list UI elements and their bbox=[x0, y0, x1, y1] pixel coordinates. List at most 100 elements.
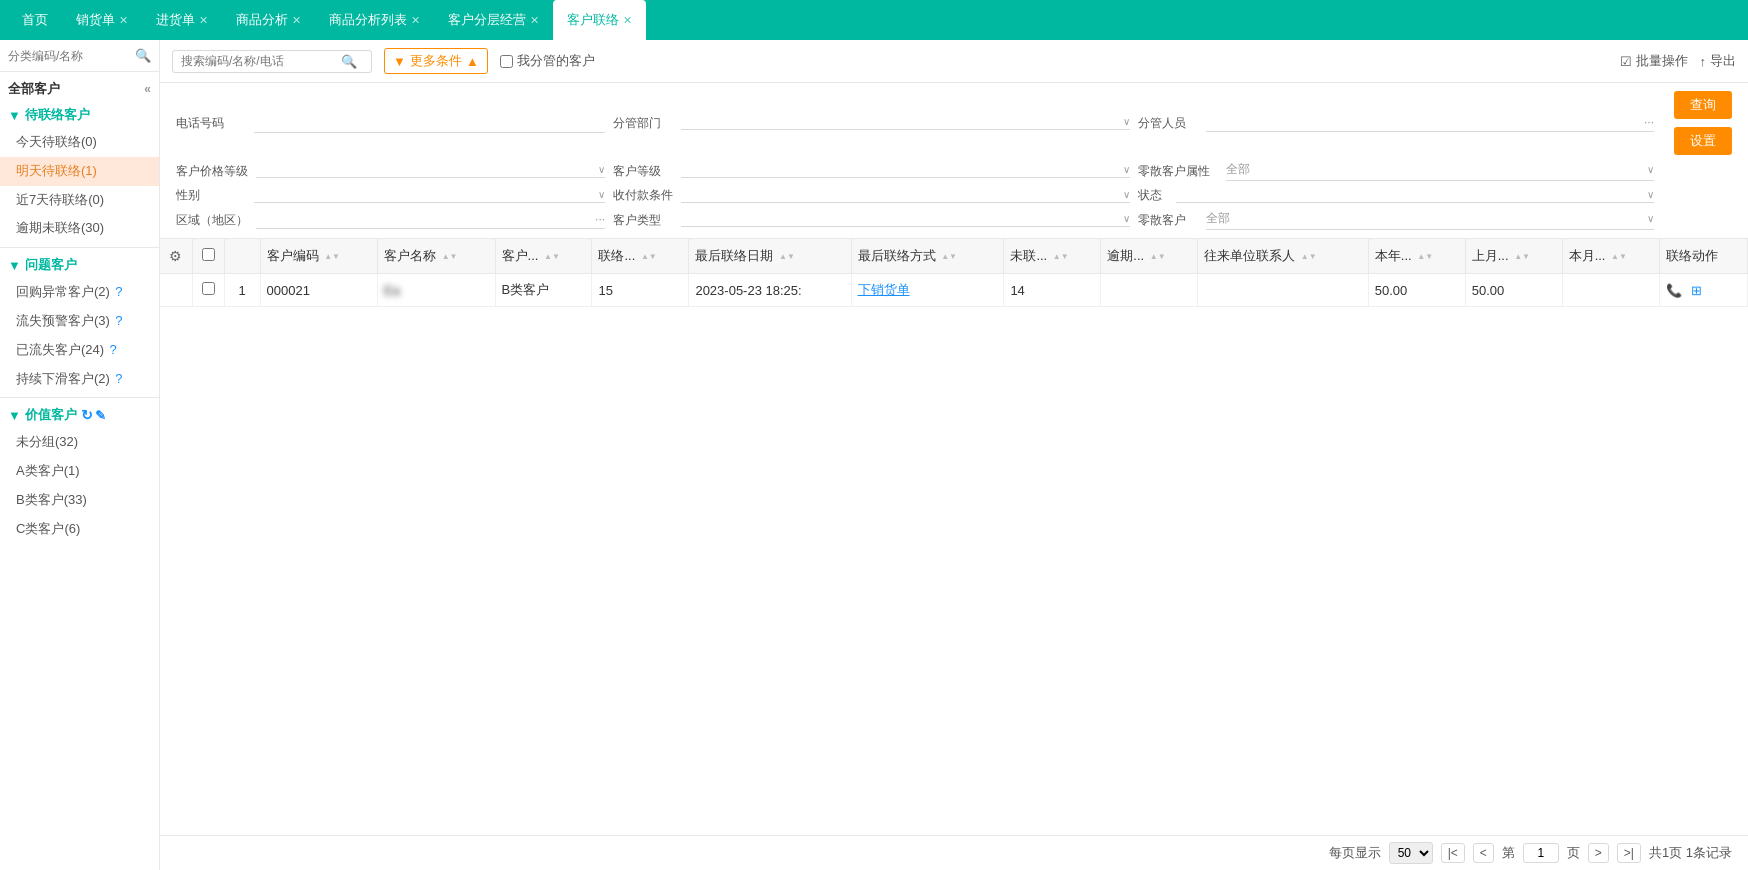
col-last-month[interactable]: 上月... ▲▼ bbox=[1465, 239, 1562, 274]
filter-person-more-icon[interactable]: ··· bbox=[1644, 115, 1654, 129]
col-not-contacted[interactable]: 未联... ▲▼ bbox=[1004, 239, 1101, 274]
nav-customer-contact[interactable]: 客户联络 ✕ bbox=[553, 0, 646, 40]
filter-payment-select[interactable]: ∨ bbox=[681, 189, 1129, 203]
nav-purchase-close[interactable]: ✕ bbox=[199, 14, 208, 27]
nav-product-analysis[interactable]: 商品分析 ✕ bbox=[222, 0, 315, 40]
nav-product-analysis-list-close[interactable]: ✕ bbox=[411, 14, 420, 27]
value-edit-icon[interactable]: ✎ bbox=[95, 408, 106, 423]
footer-page-label: 第 bbox=[1502, 844, 1515, 862]
nav-customer-segment[interactable]: 客户分层经营 ✕ bbox=[434, 0, 553, 40]
row-check-cell[interactable] bbox=[192, 274, 224, 307]
sidebar-item-tomorrow[interactable]: 明天待联络(1) bbox=[0, 157, 159, 186]
col-overdue-label: 逾期... bbox=[1107, 248, 1144, 263]
row-name-cell[interactable]: Ea bbox=[378, 274, 496, 307]
row-last-month: 50.00 bbox=[1472, 283, 1505, 298]
col-settings[interactable]: ⚙ bbox=[160, 239, 192, 274]
batch-op-checkbox-icon: ☑ bbox=[1620, 54, 1632, 69]
filter-customer-level-select[interactable]: ∨ bbox=[681, 164, 1129, 178]
page-next-button[interactable]: > bbox=[1588, 843, 1609, 863]
sidebar-collapse-icon[interactable]: « bbox=[144, 82, 151, 96]
row-checkbox[interactable] bbox=[202, 282, 215, 295]
nav-purchase[interactable]: 进货单 ✕ bbox=[142, 0, 222, 40]
filter-price-level-select[interactable]: ∨ bbox=[256, 164, 605, 178]
filter-status-select[interactable]: ∨ bbox=[1176, 189, 1654, 203]
sidebar-item-c-class[interactable]: C类客户(6) bbox=[0, 515, 159, 544]
row-last-contact-method[interactable]: 下销货单 bbox=[858, 282, 910, 297]
more-filter-button[interactable]: ▼ 更多条件 ▲ bbox=[384, 48, 488, 74]
nav-sales-label: 销货单 bbox=[76, 11, 115, 29]
value-refresh-icon[interactable]: ↻ bbox=[81, 407, 93, 423]
sidebar-item-week[interactable]: 近7天待联络(0) bbox=[0, 186, 159, 215]
col-overdue[interactable]: 逾期... ▲▼ bbox=[1101, 239, 1198, 274]
sidebar-item-continuous[interactable]: 持续下滑客户(2) ? bbox=[0, 365, 159, 394]
filter-person-select[interactable]: ··· bbox=[1206, 115, 1654, 132]
col-contact-person[interactable]: 往来单位联系人 ▲▼ bbox=[1198, 239, 1369, 274]
action-more-icon[interactable]: ⊞ bbox=[1691, 283, 1702, 298]
sidebar-item-churned[interactable]: 已流失客户(24) ? bbox=[0, 336, 159, 365]
sidebar-item-overdue[interactable]: 逾期未联络(30) bbox=[0, 214, 159, 243]
sidebar-all-customers-label[interactable]: 全部客户 bbox=[8, 80, 60, 98]
nav-customer-contact-close[interactable]: ✕ bbox=[623, 14, 632, 27]
filter-retail-attr-select[interactable]: 全部 ∨ bbox=[1226, 161, 1654, 181]
set-button[interactable]: 设置 bbox=[1674, 127, 1732, 155]
col-contact[interactable]: 联络... ▲▼ bbox=[592, 239, 689, 274]
query-btns: 查询 设置 bbox=[1662, 91, 1732, 155]
filter-area-select[interactable]: ··· bbox=[256, 212, 605, 229]
col-name[interactable]: 客户名称 ▲▼ bbox=[378, 239, 496, 274]
page-number-input[interactable] bbox=[1523, 843, 1559, 863]
sidebar-pending-group[interactable]: ▼ 待联络客户 bbox=[0, 102, 159, 128]
sidebar-item-today[interactable]: 今天待联络(0) bbox=[0, 128, 159, 157]
sidebar-search-input[interactable] bbox=[8, 49, 135, 63]
sidebar-item-repurchase[interactable]: 回购异常客户(2) ? bbox=[0, 278, 159, 307]
row-code-cell[interactable]: 000021 bbox=[260, 274, 378, 307]
my-customer-check-wrap[interactable]: 我分管的客户 bbox=[500, 52, 595, 70]
col-this-year[interactable]: 本年... ▲▼ bbox=[1368, 239, 1465, 274]
per-page-select[interactable]: 50 bbox=[1389, 842, 1433, 864]
search-input[interactable] bbox=[181, 54, 341, 68]
search-submit-icon[interactable]: 🔍 bbox=[341, 54, 357, 69]
export-button[interactable]: ↑ 导出 bbox=[1700, 52, 1737, 70]
filter-area-more-icon[interactable]: ··· bbox=[595, 212, 605, 226]
sidebar-value-group[interactable]: ▼ 价值客户 ↻ ✎ bbox=[0, 402, 159, 428]
filter-customer-type-select[interactable]: ∨ bbox=[681, 213, 1129, 227]
sidebar-pending-arrow: ▼ bbox=[8, 108, 21, 123]
row-code: 000021 bbox=[267, 283, 310, 298]
nav-sales[interactable]: 销货单 ✕ bbox=[62, 0, 142, 40]
col-code[interactable]: 客户编码 ▲▼ bbox=[260, 239, 378, 274]
sidebar-item-b-class[interactable]: B类客户(33) bbox=[0, 486, 159, 515]
select-all-checkbox[interactable] bbox=[202, 248, 215, 261]
page-first-button[interactable]: |< bbox=[1441, 843, 1465, 863]
filter-phone-input[interactable] bbox=[254, 114, 605, 133]
action-phone-icon[interactable]: 📞 bbox=[1666, 283, 1682, 298]
filter-retail-customer-select[interactable]: 全部 ∨ bbox=[1206, 210, 1654, 230]
filter-dept-select[interactable]: ∨ bbox=[681, 116, 1129, 130]
filter-gender-select[interactable]: ∨ bbox=[254, 189, 605, 203]
search-input-wrap: 🔍 bbox=[172, 50, 372, 73]
row-action-cell[interactable]: 📞 ⊞ bbox=[1659, 274, 1747, 307]
sidebar-search-icon[interactable]: 🔍 bbox=[135, 48, 151, 63]
col-this-month[interactable]: 本月... ▲▼ bbox=[1562, 239, 1659, 274]
page-last-button[interactable]: >| bbox=[1617, 843, 1641, 863]
row-last-contact-method-cell[interactable]: 下销货单 bbox=[851, 274, 1004, 307]
col-last-contact-date[interactable]: 最后联络日期 ▲▼ bbox=[689, 239, 851, 274]
settings-icon[interactable]: ⚙ bbox=[169, 248, 182, 264]
sidebar-item-ungrouped[interactable]: 未分组(32) bbox=[0, 428, 159, 457]
nav-product-analysis-list[interactable]: 商品分析列表 ✕ bbox=[315, 0, 434, 40]
col-last-contact-method[interactable]: 最后联络方式 ▲▼ bbox=[851, 239, 1004, 274]
nav-sales-close[interactable]: ✕ bbox=[119, 14, 128, 27]
page-prev-button[interactable]: < bbox=[1473, 843, 1494, 863]
col-type-sort-icon: ▲▼ bbox=[544, 252, 560, 261]
nav-home[interactable]: 首页 bbox=[8, 0, 62, 40]
nav-customer-segment-close[interactable]: ✕ bbox=[530, 14, 539, 27]
col-overdue-sort-icon: ▲▼ bbox=[1150, 252, 1166, 261]
my-customer-checkbox[interactable] bbox=[500, 55, 513, 68]
nav-product-analysis-close[interactable]: ✕ bbox=[292, 14, 301, 27]
sidebar-item-a-class[interactable]: A类客户(1) bbox=[0, 457, 159, 486]
query-button[interactable]: 查询 bbox=[1674, 91, 1732, 119]
batch-op-button[interactable]: ☑ 批量操作 bbox=[1620, 52, 1688, 70]
col-type[interactable]: 客户... ▲▼ bbox=[495, 239, 592, 274]
sidebar-problem-group[interactable]: ▼ 问题客户 bbox=[0, 252, 159, 278]
filter-customer-type: 客户类型 ∨ bbox=[613, 212, 1137, 229]
row-last-contact-date-cell: 2023-05-23 18:25: bbox=[689, 274, 851, 307]
sidebar-item-lost[interactable]: 流失预警客户(3) ? bbox=[0, 307, 159, 336]
